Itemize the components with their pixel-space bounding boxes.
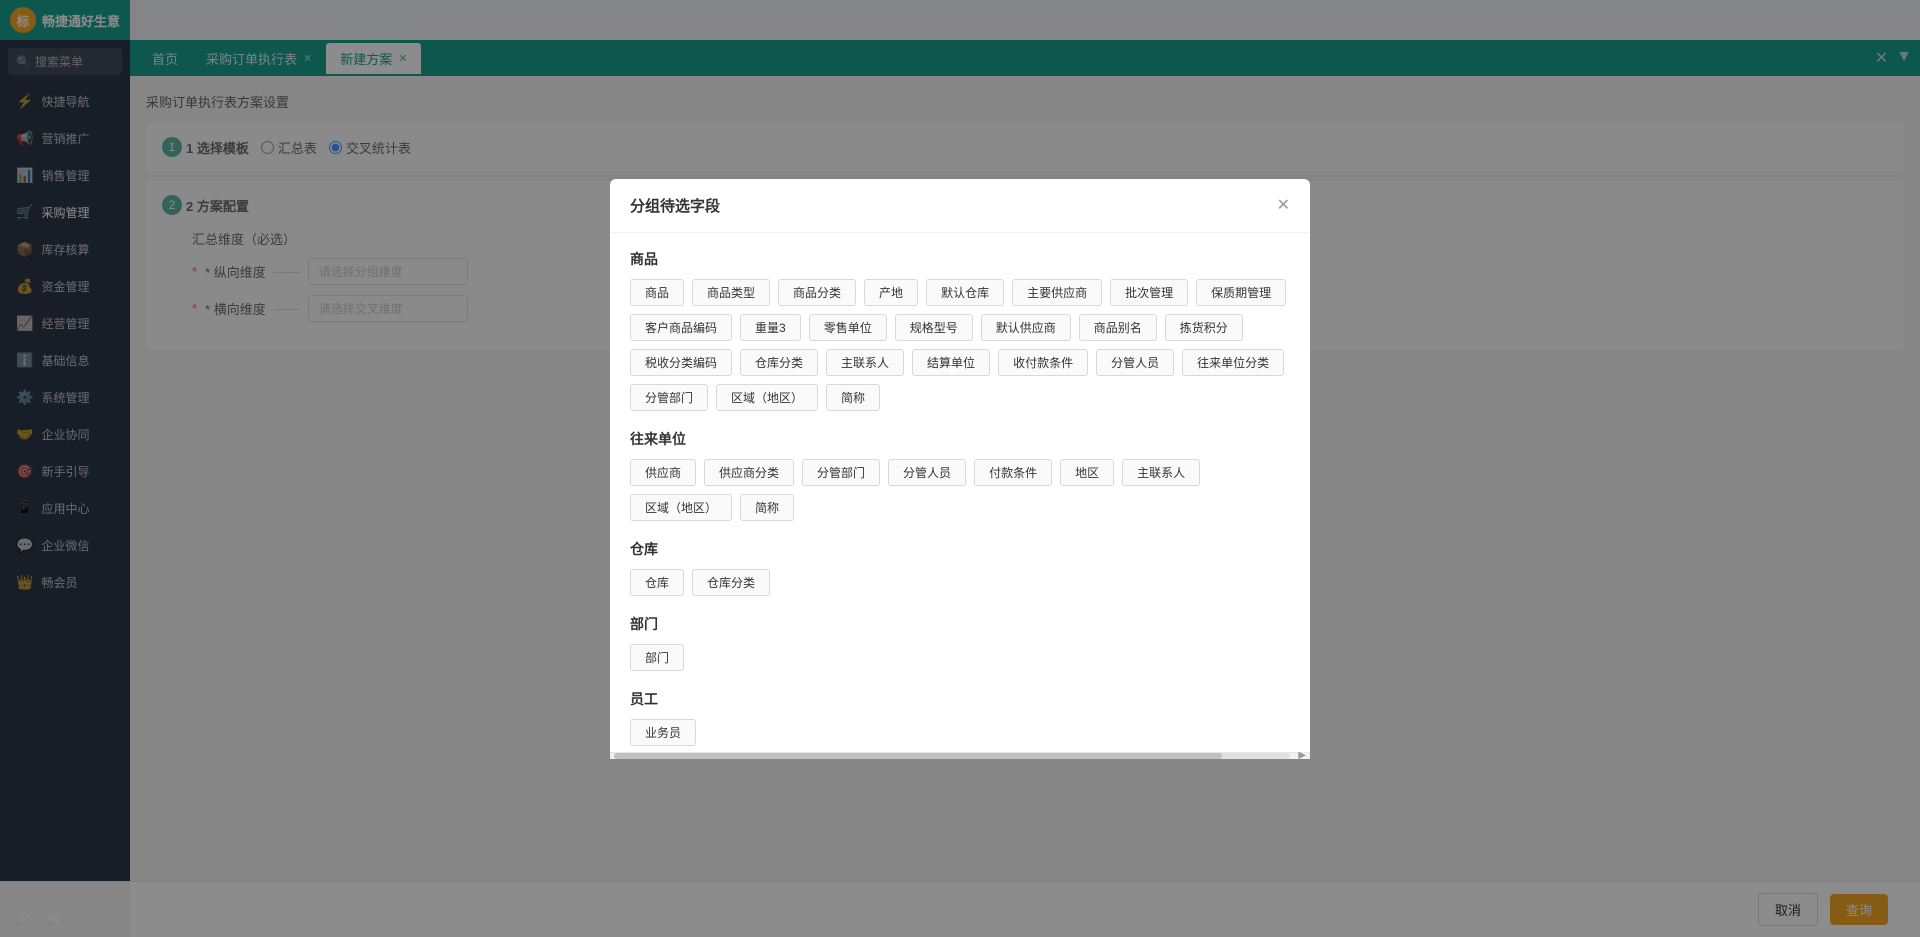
section-staff-fields: 业务员 bbox=[630, 719, 1290, 746]
field-chandi[interactable]: 产地 bbox=[864, 279, 918, 306]
section-partner: 往来单位 供应商 供应商分类 分管部门 分管人员 付款条件 地区 主联系人 区域… bbox=[630, 429, 1290, 521]
section-goods: 商品 商品 商品类型 商品分类 产地 默认仓库 主要供应商 批次管理 保质期管理… bbox=[630, 249, 1290, 411]
field-morenCangku[interactable]: 默认仓库 bbox=[926, 279, 1004, 306]
section-goods-fields: 商品 商品类型 商品分类 产地 默认仓库 主要供应商 批次管理 保质期管理 客户… bbox=[630, 279, 1290, 411]
field-zhulianjiren-p[interactable]: 主联系人 bbox=[1122, 459, 1200, 486]
field-cangkufl[interactable]: 仓库分类 bbox=[692, 569, 770, 596]
field-jiancheng-g[interactable]: 简称 bbox=[826, 384, 880, 411]
section-staff: 员工 业务员 bbox=[630, 689, 1290, 746]
field-jiesuandanwei[interactable]: 结算单位 bbox=[912, 349, 990, 376]
field-shuishoubianma[interactable]: 税收分类编码 bbox=[630, 349, 732, 376]
hscroll-thumb bbox=[614, 753, 1222, 759]
field-piCiGuanLi[interactable]: 批次管理 bbox=[1110, 279, 1188, 306]
field-fengrenyuan-p[interactable]: 分管人员 bbox=[888, 459, 966, 486]
modal-close-icon[interactable]: ✕ bbox=[1277, 195, 1290, 215]
field-shangpinfenlei[interactable]: 商品分类 bbox=[778, 279, 856, 306]
section-warehouse-fields: 仓库 仓库分类 bbox=[630, 569, 1290, 596]
field-diqu[interactable]: 地区 bbox=[1060, 459, 1114, 486]
section-partner-fields: 供应商 供应商分类 分管部门 分管人员 付款条件 地区 主联系人 区域（地区） … bbox=[630, 459, 1290, 521]
field-fengguanbumon[interactable]: 分管部门 bbox=[630, 384, 708, 411]
hscroll-right[interactable]: ▶ bbox=[1298, 750, 1306, 761]
modal-overlay: 分组待选字段 ✕ 商品 商品 商品类型 商品分类 产地 默认仓库 主要供应商 批… bbox=[0, 0, 1920, 937]
section-partner-title: 往来单位 bbox=[630, 429, 1290, 449]
field-gongyingfenlei[interactable]: 供应商分类 bbox=[704, 459, 794, 486]
field-select-modal: 分组待选字段 ✕ 商品 商品 商品类型 商品分类 产地 默认仓库 主要供应商 批… bbox=[610, 179, 1310, 759]
section-staff-title: 员工 bbox=[630, 689, 1290, 709]
field-zhuGongYing[interactable]: 主要供应商 bbox=[1012, 279, 1102, 306]
section-department: 部门 部门 bbox=[630, 614, 1290, 671]
field-shangpinbiebming[interactable]: 商品别名 bbox=[1079, 314, 1157, 341]
field-morengongying[interactable]: 默认供应商 bbox=[981, 314, 1071, 341]
modal-title: 分组待选字段 bbox=[630, 195, 720, 216]
field-jiancheng-p[interactable]: 简称 bbox=[740, 494, 794, 521]
section-warehouse-title: 仓库 bbox=[630, 539, 1290, 559]
section-dept-fields: 部门 bbox=[630, 644, 1290, 671]
field-bumen[interactable]: 部门 bbox=[630, 644, 684, 671]
section-warehouse: 仓库 仓库 仓库分类 bbox=[630, 539, 1290, 596]
field-zhulianjiren[interactable]: 主联系人 bbox=[826, 349, 904, 376]
field-fengguanrenyuan[interactable]: 分管人员 bbox=[1096, 349, 1174, 376]
field-quyu-p[interactable]: 区域（地区） bbox=[630, 494, 732, 521]
field-wanglaidanweilei[interactable]: 往来单位分类 bbox=[1182, 349, 1284, 376]
field-zhongliang[interactable]: 重量3 bbox=[740, 314, 801, 341]
field-fengbumon-p[interactable]: 分管部门 bbox=[802, 459, 880, 486]
field-shoufukuantiaojian[interactable]: 收付款条件 bbox=[998, 349, 1088, 376]
field-baozhiqi[interactable]: 保质期管理 bbox=[1196, 279, 1286, 306]
field-cangkufenlei[interactable]: 仓库分类 bbox=[740, 349, 818, 376]
section-goods-title: 商品 bbox=[630, 249, 1290, 269]
field-lingshoudanwei[interactable]: 零售单位 bbox=[809, 314, 887, 341]
field-quyu-g[interactable]: 区域（地区） bbox=[716, 384, 818, 411]
field-yewuyuan[interactable]: 业务员 bbox=[630, 719, 696, 746]
modal-hscroll[interactable]: ▶ bbox=[610, 752, 1310, 758]
field-guigexinghao[interactable]: 规格型号 bbox=[895, 314, 973, 341]
modal-body: 商品 商品 商品类型 商品分类 产地 默认仓库 主要供应商 批次管理 保质期管理… bbox=[610, 233, 1310, 753]
field-gongyingshang[interactable]: 供应商 bbox=[630, 459, 696, 486]
field-shangpin[interactable]: 商品 bbox=[630, 279, 684, 306]
modal-header: 分组待选字段 ✕ bbox=[610, 179, 1310, 233]
field-fukuantiaojian[interactable]: 付款条件 bbox=[974, 459, 1052, 486]
field-jianhuojifen[interactable]: 拣货积分 bbox=[1165, 314, 1243, 341]
field-cangku[interactable]: 仓库 bbox=[630, 569, 684, 596]
section-dept-title: 部门 bbox=[630, 614, 1290, 634]
field-kehubianma[interactable]: 客户商品编码 bbox=[630, 314, 732, 341]
field-shangpinleixing[interactable]: 商品类型 bbox=[692, 279, 770, 306]
